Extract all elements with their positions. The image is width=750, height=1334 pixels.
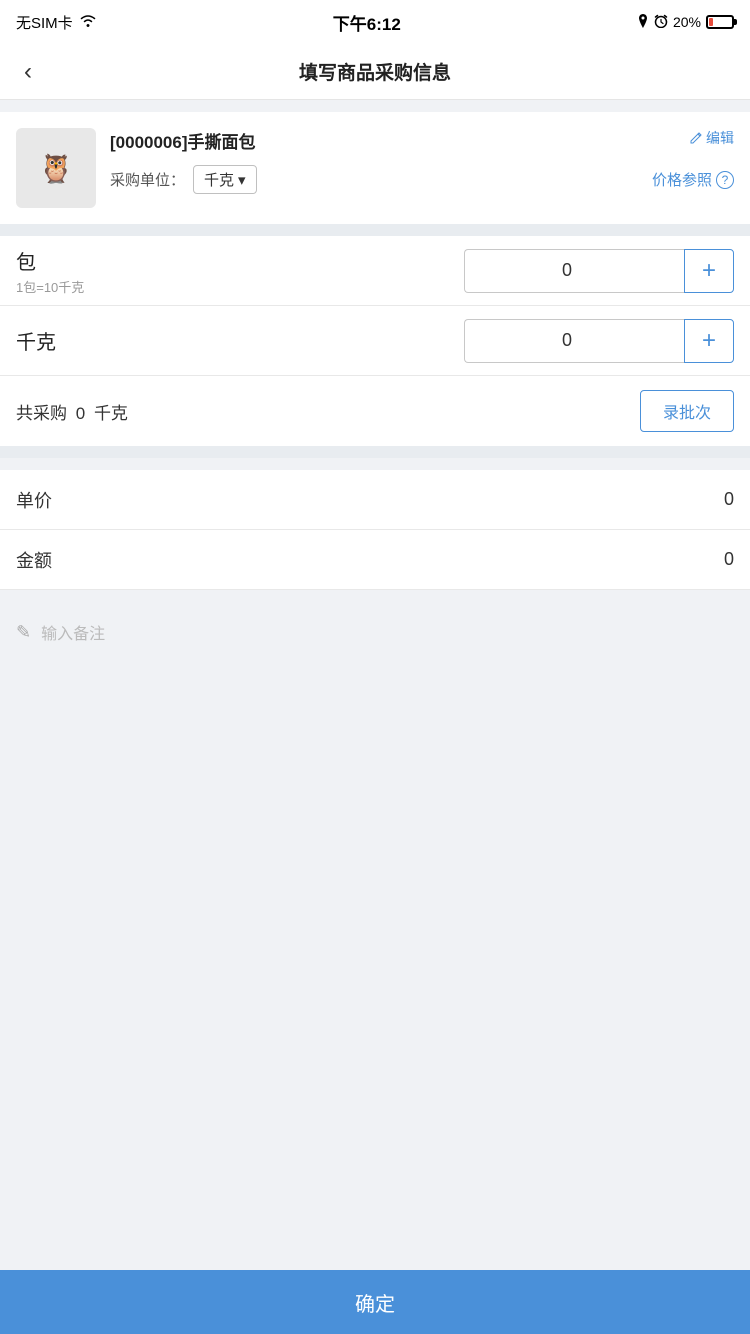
kg-quantity-input[interactable]: [464, 319, 684, 363]
carrier-label: 无SIM卡: [16, 12, 73, 33]
product-card: 🦉 [0000006]手撕面包 编辑 采购单位： 千克 ▾ 价格参照 ?: [0, 112, 750, 224]
bag-controls: +: [106, 249, 734, 293]
total-amount: 0: [76, 404, 85, 423]
unit-price-label: 单价: [16, 487, 52, 513]
wifi-icon: [79, 13, 97, 31]
unit-value: 千克: [204, 169, 234, 190]
batch-button[interactable]: 录批次: [640, 390, 734, 432]
unit-price-value: 0: [724, 489, 734, 510]
bag-plus-button[interactable]: +: [684, 249, 734, 293]
page-title: 填写商品采购信息: [299, 58, 451, 85]
kg-controls: +: [106, 319, 734, 363]
total-row: 共采购 0 千克 录批次: [0, 376, 750, 446]
nav-bar: ‹ 填写商品采购信息: [0, 44, 750, 100]
amount-label: 金额: [16, 547, 52, 573]
notes-icon: ✎: [16, 622, 31, 643]
product-info: [0000006]手撕面包 编辑 采购单位： 千克 ▾ 价格参照 ?: [110, 128, 734, 194]
bag-input-row: 包 1包=10千克 +: [0, 236, 750, 306]
total-text: 共采购 0 千克: [16, 399, 128, 424]
bag-label-area: 包 1包=10千克: [16, 246, 106, 296]
total-prefix: 共采购: [16, 404, 67, 423]
unit-dropdown[interactable]: 千克 ▾: [193, 165, 257, 194]
alarm-icon: [654, 14, 668, 31]
dropdown-icon: ▾: [238, 171, 246, 189]
kg-label-area: 千克: [16, 326, 106, 355]
amount-value: 0: [724, 549, 734, 570]
back-button[interactable]: ‹: [16, 50, 40, 94]
bag-sublabel: 1包=10千克: [16, 277, 106, 296]
help-icon: ?: [716, 171, 734, 189]
product-image: 🦉: [16, 128, 96, 208]
kg-input-row: 千克 +: [0, 306, 750, 376]
kg-plus-button[interactable]: +: [684, 319, 734, 363]
status-bar: 无SIM卡 下午6:12 20%: [0, 0, 750, 44]
bag-quantity-input[interactable]: [464, 249, 684, 293]
location-icon: [637, 14, 649, 31]
product-name: [0000006]手撕面包: [110, 128, 689, 153]
notes-placeholder: 输入备注: [41, 620, 105, 644]
battery-percentage: 20%: [673, 14, 701, 30]
notes-section[interactable]: ✎ 输入备注: [0, 602, 750, 662]
battery-icon: [706, 15, 734, 29]
section-divider-2: [0, 446, 750, 458]
status-left: 无SIM卡: [16, 12, 97, 33]
edit-button[interactable]: 编辑: [689, 128, 734, 148]
amount-row: 金额 0: [0, 530, 750, 590]
section-divider-1: [0, 224, 750, 236]
status-right: 20%: [637, 14, 734, 31]
unit-price-row: 单价 0: [0, 470, 750, 530]
product-name-row: [0000006]手撕面包 编辑: [110, 128, 734, 153]
price-ref-label: 价格参照: [652, 169, 712, 190]
total-unit: 千克: [94, 404, 128, 423]
unit-row: 采购单位： 千克 ▾ 价格参照 ?: [110, 165, 734, 194]
edit-label: 编辑: [706, 128, 734, 148]
input-section: 包 1包=10千克 + 千克 +: [0, 236, 750, 376]
status-time: 下午6:12: [333, 10, 401, 35]
price-reference-button[interactable]: 价格参照 ?: [652, 169, 734, 190]
unit-prefix-label: 采购单位：: [110, 169, 185, 190]
bag-label: 包: [16, 246, 106, 275]
confirm-button[interactable]: 确定: [0, 1270, 750, 1334]
price-section: 单价 0 金额 0: [0, 470, 750, 590]
kg-label: 千克: [16, 326, 106, 355]
content-area: [0, 662, 750, 942]
